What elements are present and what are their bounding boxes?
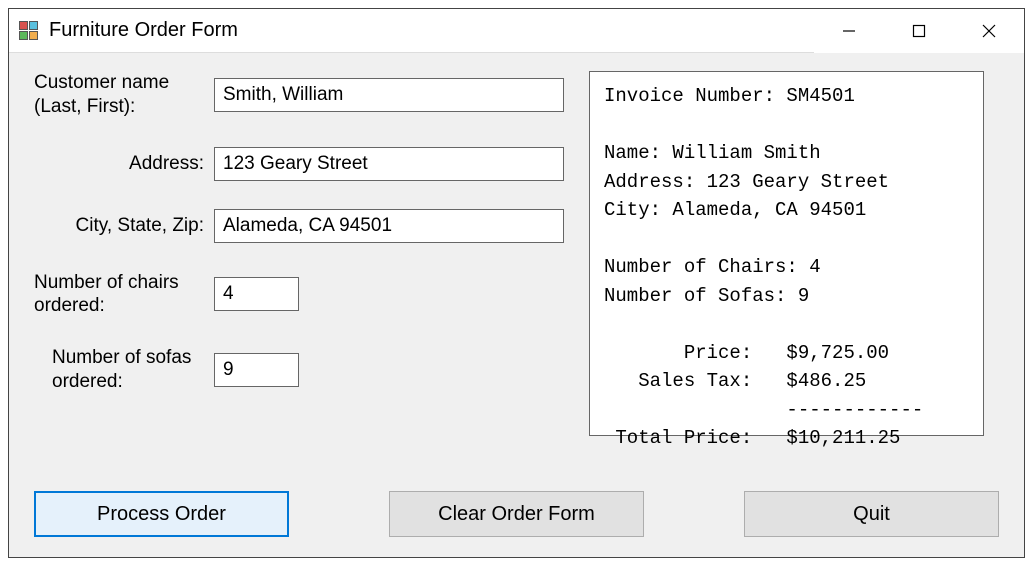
clear-form-label: Clear Order Form xyxy=(438,503,595,526)
close-button[interactable] xyxy=(954,9,1024,53)
quit-button[interactable]: Quit xyxy=(744,491,999,537)
chairs-input[interactable] xyxy=(214,277,299,311)
process-order-label: Process Order xyxy=(97,503,226,526)
city-state-zip-label: City, State, Zip: xyxy=(34,214,214,238)
minimize-button[interactable] xyxy=(814,9,884,53)
process-order-button[interactable]: Process Order xyxy=(34,491,289,537)
title-bar: Furniture Order Form xyxy=(9,9,1024,53)
form-panel: Customer name (Last, First): Address: Ci… xyxy=(34,71,584,394)
maximize-icon xyxy=(912,24,926,38)
sofas-input[interactable] xyxy=(214,353,299,387)
customer-name-label: Customer name (Last, First): xyxy=(34,71,214,119)
city-state-zip-input[interactable] xyxy=(214,209,564,243)
app-icon xyxy=(19,21,39,41)
client-area: Customer name (Last, First): Address: Ci… xyxy=(9,53,1024,557)
sofas-label: Number of sofas ordered: xyxy=(34,346,214,394)
close-icon xyxy=(982,24,996,38)
address-label: Address: xyxy=(34,152,214,176)
address-input[interactable] xyxy=(214,147,564,181)
quit-label: Quit xyxy=(853,503,890,526)
window-frame: Furniture Order Form Customer name (Last… xyxy=(8,8,1025,558)
button-row: Process Order Clear Order Form Quit xyxy=(34,491,999,537)
customer-name-input[interactable] xyxy=(214,78,564,112)
chairs-label: Number of chairs ordered: xyxy=(34,271,214,319)
invoice-output: Invoice Number: SM4501 Name: William Smi… xyxy=(589,71,984,436)
clear-form-button[interactable]: Clear Order Form xyxy=(389,491,644,537)
window-title: Furniture Order Form xyxy=(49,19,238,42)
minimize-icon xyxy=(842,24,856,38)
maximize-button[interactable] xyxy=(884,9,954,53)
